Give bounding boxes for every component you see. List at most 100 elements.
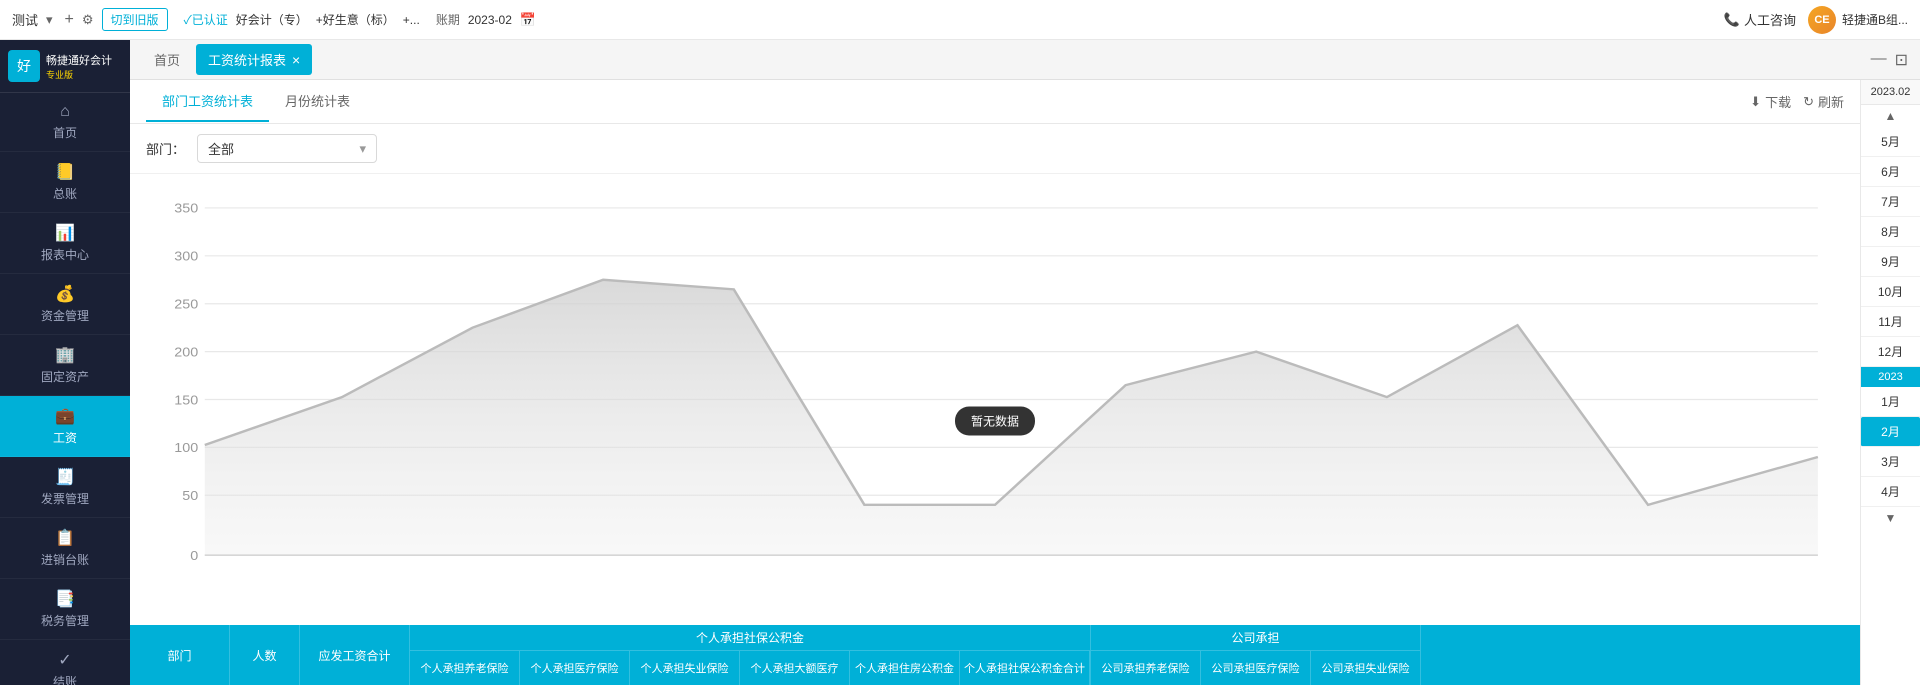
header-certified: ✓已认证 [184,11,228,28]
th-personal-cells: 个人承担养老保险 个人承担医疗保险 个人承担失业保险 个人承担大额医疗 [410,651,1090,685]
sidebar-icon-assets: 🏢 [55,345,75,365]
sidebar-item-ledger[interactable]: 📒总账 [0,152,130,213]
svg-text:300: 300 [174,249,198,263]
sidebar-label-salary: 工资 [53,429,77,446]
right-panel-month-12月[interactable]: 12月 [1861,337,1920,367]
sidebar-icon-funds: 💰 [55,284,75,304]
svg-text:0: 0 [190,548,198,562]
header-old-btn[interactable]: 切到旧版 [102,8,168,31]
header-dropdown-icon[interactable]: ▾ [46,12,53,28]
sidebar-label-invoice: 发票管理 [41,490,89,507]
tab-bar: 首页 工资统计报表 × — ⊡ [130,40,1920,80]
sidebar-item-assets[interactable]: 🏢 固定资产 [0,335,130,396]
sidebar-item-tax[interactable]: 📑税务管理 [0,579,130,640]
sidebar: 好 畅捷通好会计 专业版 ⌂首页📒总账 📊 报表中心 💰资金管理 🏢 固定资产 💼 工资 🧾 发票… [0,40,130,685]
tab-salary-report[interactable]: 工资统计报表 × [196,44,312,75]
tab-close-icon[interactable]: × [292,52,300,68]
main-panel: 部门工资统计表 月份统计表 ⬇ 下载 ↻ 刷新 [130,80,1860,685]
sidebar-item-funds[interactable]: 💰资金管理 [0,274,130,335]
svg-text:150: 150 [174,393,198,407]
header-calendar-icon[interactable]: 📅 [520,12,536,28]
sidebar-icon-invoice: 🧾 [55,467,75,487]
svg-text:350: 350 [174,201,198,215]
sub-tabs: 部门工资统计表 月份统计表 ⬇ 下载 ↻ 刷新 [130,80,1860,124]
sidebar-items: ⌂首页📒总账📊报表中心💰资金管理🏢固定资产💼工资🧾发票管理📋进销台账📑税务管理✓… [0,93,130,685]
th-personal-unemployed: 个人承担失业保险 [630,651,740,685]
right-panel-nav-down[interactable]: ▼ [1861,507,1920,529]
right-panel-year-2023[interactable]: 2023 [1861,367,1920,387]
right-panel-month-5月[interactable]: 5月 [1861,127,1920,157]
right-panel-month-9月[interactable]: 9月 [1861,247,1920,277]
th-personal-pension: 个人承担养老保险 [410,651,520,685]
th-personal-medical: 个人承担医疗保险 [520,651,630,685]
sidebar-icon-checkout: ✓ [58,650,71,670]
window-minimize-btn[interactable]: — [1871,50,1887,70]
refresh-btn[interactable]: ↻ 刷新 [1803,92,1844,111]
dept-select[interactable]: 全部 ▾ [197,134,377,163]
sidebar-icon-sales: 📋 [55,528,75,548]
header-user-btn[interactable]: CE 轻捷通B组... [1808,6,1908,34]
sidebar-item-invoice[interactable]: 🧾 发票管理 [0,457,130,518]
right-panel-month-8月[interactable]: 8月 [1861,217,1920,247]
sidebar-icon-reports: 📊 [55,223,75,243]
right-panel-month-7月[interactable]: 7月 [1861,187,1920,217]
sidebar-logo-text: 畅捷通好会计 专业版 [46,52,112,81]
header-add-btn[interactable]: + [65,11,74,29]
right-panel-month-1月[interactable]: 1月 [1861,387,1920,417]
sidebar-label-home: 首页 [53,124,77,141]
sidebar-label-reports: 报表中心 [41,246,89,263]
toolbar-left: 部门： 全部 ▾ [146,134,377,163]
header-period-label: 账期 [436,11,460,28]
sidebar-label-assets: 固定资产 [41,368,89,385]
phone-icon: 📞 [1724,12,1740,28]
right-panel-month-3月[interactable]: 3月 [1861,447,1920,477]
dept-toolbar: 部门： 全部 ▾ [130,124,1860,174]
user-label: 轻捷通B组... [1842,11,1908,28]
top-header: 测试 ▾ + ⚙ 切到旧版 ✓已认证 好会计（专） +好生意（标） +... 账… [0,0,1920,40]
download-icon: ⬇ [1750,94,1761,110]
chart-svg: 350 300 250 200 150 100 50 0 [146,184,1844,615]
sidebar-label-checkout: 结账 [53,673,77,685]
chart-container: 350 300 250 200 150 100 50 0 [146,184,1844,615]
right-panel-nav-up[interactable]: ▲ [1861,105,1920,127]
prev-months: 5月6月7月8月9月10月11月12月 [1861,127,1920,367]
th-company-group: 公司承担 公司承担养老保险 公司承担医疗保险 公司承担失业保险 [1091,625,1421,685]
header-good-accounting: 好会计（专） [236,11,308,28]
download-btn[interactable]: ⬇ 下载 [1750,92,1791,111]
th-company-medical: 公司承担医疗保险 [1201,651,1311,685]
right-panel-month-10月[interactable]: 10月 [1861,277,1920,307]
right-panel: 2023.02 ▲ 5月6月7月8月9月10月11月12月 2023 1月2月3… [1860,80,1920,685]
sidebar-item-home[interactable]: ⌂首页 [0,93,130,152]
th-company-unemployed: 公司承担失业保险 [1311,651,1421,685]
th-company-pension: 公司承担养老保险 [1091,651,1201,685]
header-gear-btn[interactable]: ⚙ [82,12,94,28]
sub-tab-monthly[interactable]: 月份统计表 [269,81,366,122]
header-consult-btn[interactable]: 📞 人工咨询 [1724,10,1796,29]
right-panel-month-4月[interactable]: 4月 [1861,477,1920,507]
sidebar-item-salary[interactable]: 💼 工资 [0,396,130,457]
header-period-value: 2023-02 [468,13,512,27]
sidebar-icon-salary: 💼 [55,406,75,426]
sidebar-logo-icon: 好 [8,50,40,82]
sidebar-item-checkout[interactable]: ✓ 结账 [0,640,130,685]
sidebar-item-reports[interactable]: 📊 报表中心 [0,213,130,274]
svg-text:250: 250 [174,297,198,311]
right-panel-month-2月[interactable]: 2月 [1861,417,1920,447]
dept-label: 部门： [146,139,185,158]
right-panel-month-11月[interactable]: 11月 [1861,307,1920,337]
current-months: 1月2月3月4月 [1861,387,1920,507]
sidebar-item-sales[interactable]: 📋 进销台账 [0,518,130,579]
th-personal-large-medical: 个人承担大额医疗 [740,651,850,685]
header-more: +... [403,13,420,27]
sub-tab-dept[interactable]: 部门工资统计表 [146,81,269,122]
right-panel-header: 2023.02 [1861,80,1920,105]
header-good-biz: +好生意（标） [316,11,395,28]
sidebar-logo: 好 畅捷通好会计 专业版 [0,40,130,93]
page-content: 部门工资统计表 月份统计表 ⬇ 下载 ↻ 刷新 [130,80,1920,685]
content-area: 首页 工资统计报表 × — ⊡ 部门工资统计表 月份统计表 [130,40,1920,685]
window-maximize-btn[interactable]: ⊡ [1895,50,1908,70]
th-dept: 部门 [130,625,230,685]
sidebar-label-sales: 进销台账 [41,551,89,568]
right-panel-month-6月[interactable]: 6月 [1861,157,1920,187]
tab-home[interactable]: 首页 [142,44,192,75]
